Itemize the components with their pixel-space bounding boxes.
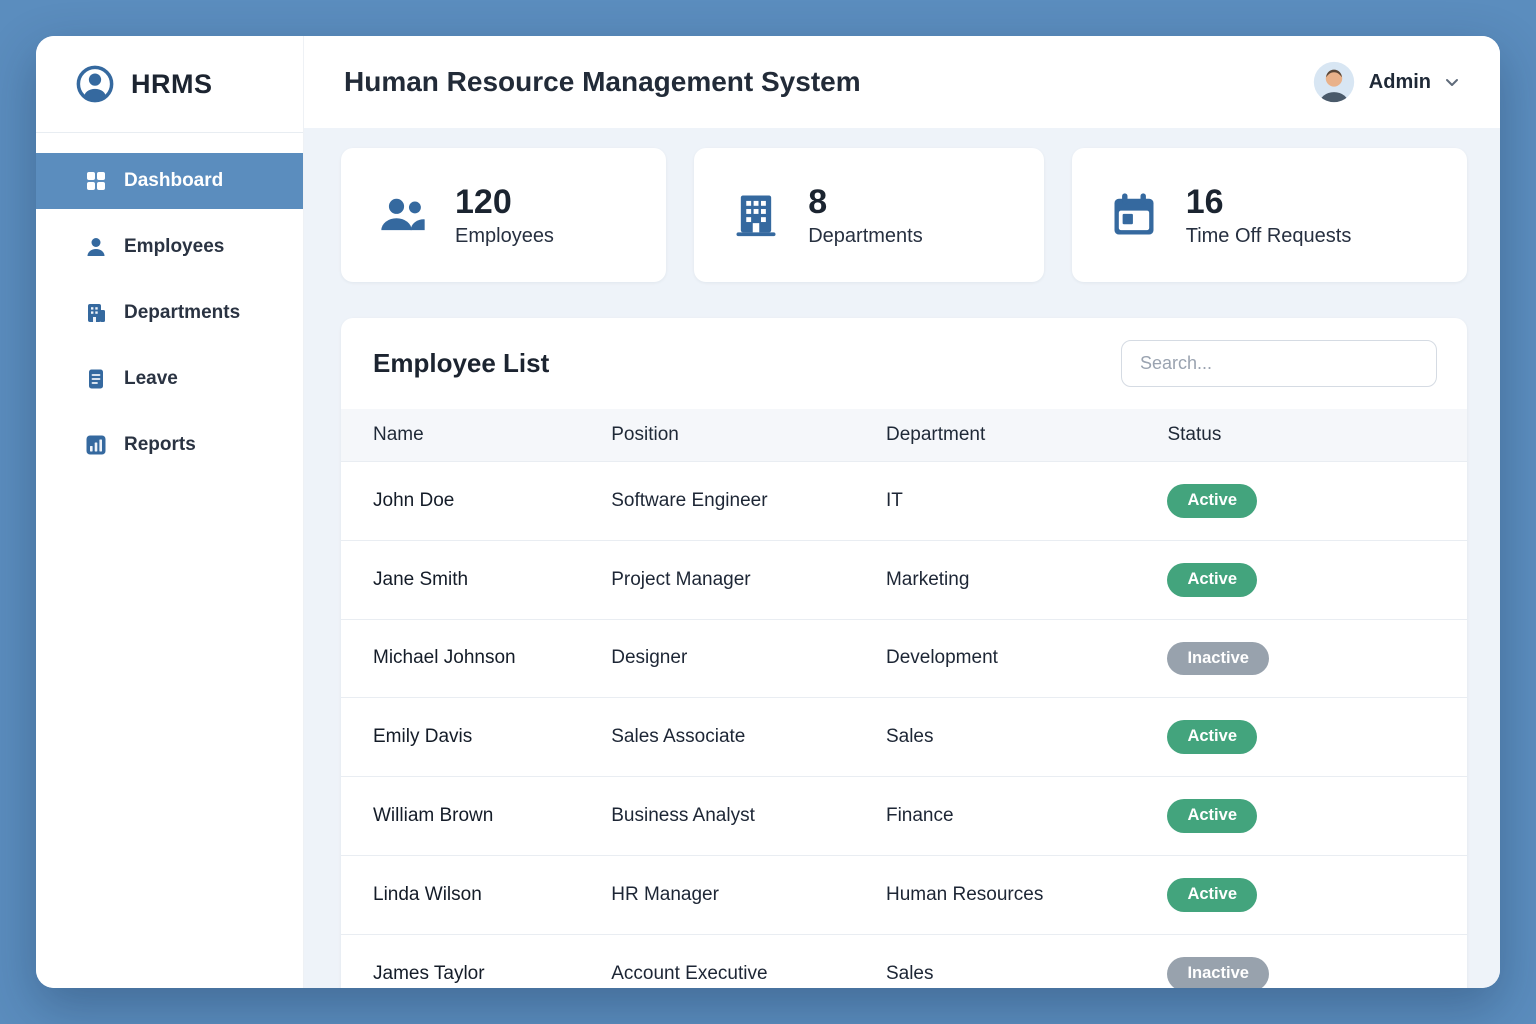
user-avatar xyxy=(1312,60,1356,104)
status-badge: Active xyxy=(1167,484,1257,518)
cell-status: Inactive xyxy=(1167,933,1467,988)
cell-name: Michael Johnson xyxy=(341,618,612,698)
user-name: Admin xyxy=(1368,70,1431,93)
cell-department: Human Resources xyxy=(885,854,1168,935)
content-area: 120 Employees 8 Departments 16 Time Off … xyxy=(304,128,1500,988)
cell-position: Account Executive xyxy=(611,933,886,988)
stat-value: 16 xyxy=(1185,182,1224,221)
column-header-name: Name xyxy=(341,409,612,462)
table-row: Jane Smith Project Manager Marketing Act… xyxy=(341,539,1467,620)
status-badge: Active xyxy=(1167,562,1257,597)
table-header-row: Name Position Department Status xyxy=(341,409,1467,462)
search-input[interactable] xyxy=(1121,340,1437,387)
status-badge: Active xyxy=(1167,720,1257,755)
cell-department: Marketing xyxy=(885,539,1168,620)
cell-name: Emily Davis xyxy=(341,697,612,777)
stat-text: 120 Employees xyxy=(455,183,554,248)
column-header-department: Department xyxy=(885,409,1168,462)
cell-name: Jane Smith xyxy=(341,539,612,620)
people-icon xyxy=(377,189,429,241)
cell-department: Finance xyxy=(885,776,1168,856)
cell-position: Sales Associate xyxy=(611,697,886,777)
building-icon xyxy=(730,189,782,241)
cell-status: Active xyxy=(1167,539,1467,620)
stat-card-time-off: 16 Time Off Requests xyxy=(1071,148,1468,282)
table-row: Michael Johnson Designer Development Ina… xyxy=(341,618,1467,698)
cell-department: Sales xyxy=(885,933,1168,988)
employee-list-panel: Employee List Name Position Department S… xyxy=(341,318,1467,988)
cell-name: James Taylor xyxy=(341,933,612,988)
stat-label: Employees xyxy=(455,224,554,247)
table-row: Linda Wilson HR Manager Human Resources … xyxy=(341,854,1467,935)
stat-value: 120 xyxy=(455,182,512,221)
sidebar-item-label: Employees xyxy=(124,236,225,257)
stat-card-departments: 8 Departments xyxy=(694,148,1044,282)
sidebar-item-reports[interactable]: Reports xyxy=(36,417,303,473)
cell-position: Project Manager xyxy=(611,539,886,620)
status-badge: Inactive xyxy=(1167,641,1269,676)
cell-department: IT xyxy=(885,461,1168,541)
sidebar-item-dashboard[interactable]: Dashboard xyxy=(36,153,303,209)
employee-table: Name Position Department Status John Doe… xyxy=(341,409,1467,988)
cell-department: Sales xyxy=(885,697,1168,777)
brand-name: HRMS xyxy=(131,68,213,99)
departments-icon xyxy=(84,301,108,325)
cell-name: William Brown xyxy=(341,776,612,856)
page-title: Human Resource Management System xyxy=(344,66,861,97)
cell-status: Active xyxy=(1167,461,1467,541)
employee-list-header: Employee List xyxy=(341,318,1467,409)
status-badge: Active xyxy=(1167,877,1257,912)
topbar: Human Resource Management System Admin xyxy=(304,36,1500,128)
stat-value: 8 xyxy=(808,182,828,221)
calendar-icon xyxy=(1108,189,1160,241)
dashboard-icon xyxy=(84,169,108,193)
status-badge: Inactive xyxy=(1167,956,1269,988)
table-row: John Doe Software Engineer IT Active xyxy=(341,461,1467,541)
cell-position: Business Analyst xyxy=(611,776,886,856)
cell-name: John Doe xyxy=(341,461,612,541)
sidebar-item-label: Dashboard xyxy=(124,170,224,191)
sidebar-item-employees[interactable]: Employees xyxy=(36,219,303,275)
cell-name: Linda Wilson xyxy=(341,854,612,935)
chevron-down-icon xyxy=(1444,74,1460,90)
main-area: Human Resource Management System Admin 1… xyxy=(304,36,1500,988)
table-row: William Brown Business Analyst Finance A… xyxy=(341,776,1467,856)
cell-status: Inactive xyxy=(1167,618,1467,698)
employee-list-title: Employee List xyxy=(373,348,550,378)
logo: HRMS xyxy=(36,36,303,132)
app-window: HRMS Dashboard Employees Departments Lea… xyxy=(36,36,1500,988)
table-row: Emily Davis Sales Associate Sales Active xyxy=(341,697,1467,777)
cell-status: Active xyxy=(1167,854,1467,935)
cell-status: Active xyxy=(1167,776,1467,856)
sidebar-item-label: Departments xyxy=(124,302,241,323)
sidebar: HRMS Dashboard Employees Departments Lea… xyxy=(36,36,304,988)
stat-text: 8 Departments xyxy=(808,183,923,248)
column-header-status: Status xyxy=(1167,409,1467,462)
status-badge: Active xyxy=(1167,799,1257,833)
employees-icon xyxy=(84,235,108,259)
hrms-logo-icon xyxy=(74,63,116,105)
sidebar-item-label: Reports xyxy=(124,434,196,455)
reports-icon xyxy=(84,433,108,457)
column-header-position: Position xyxy=(611,409,886,462)
stat-label: Departments xyxy=(808,224,923,247)
user-menu[interactable]: Admin xyxy=(1312,60,1460,104)
cell-department: Development xyxy=(885,618,1168,698)
stat-cards: 120 Employees 8 Departments 16 Time Off … xyxy=(341,148,1468,282)
sidebar-nav: Dashboard Employees Departments Leave Re… xyxy=(36,133,303,473)
stat-text: 16 Time Off Requests xyxy=(1186,183,1352,248)
stat-card-employees: 120 Employees xyxy=(341,148,667,282)
sidebar-item-leave[interactable]: Leave xyxy=(36,351,303,407)
stat-label: Time Off Requests xyxy=(1185,224,1352,247)
cell-position: HR Manager xyxy=(611,854,886,935)
sidebar-item-departments[interactable]: Departments xyxy=(36,285,303,341)
sidebar-item-label: Leave xyxy=(124,368,178,389)
table-row: James Taylor Account Executive Sales Ina… xyxy=(341,933,1467,988)
cell-position: Designer xyxy=(611,618,886,698)
cell-position: Software Engineer xyxy=(611,461,886,541)
cell-status: Active xyxy=(1167,697,1467,777)
leave-icon xyxy=(84,367,108,391)
